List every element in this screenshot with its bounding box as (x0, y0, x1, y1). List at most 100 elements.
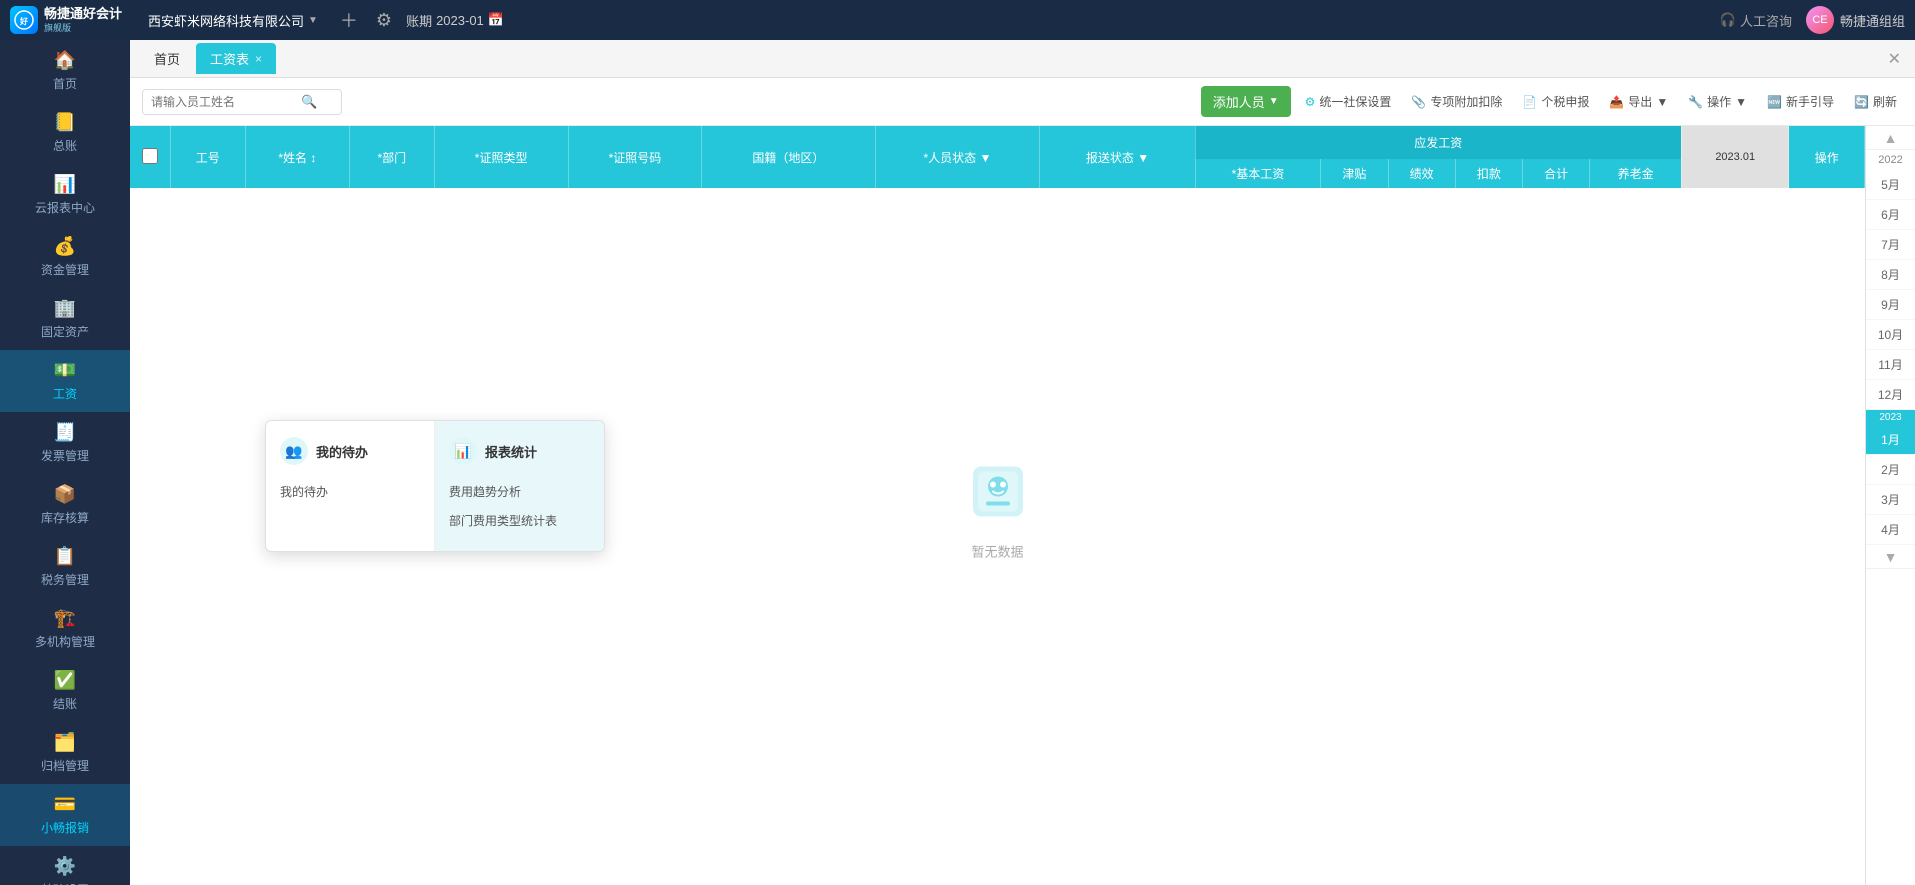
table-subheader-pension: 养老金 (1590, 159, 1682, 188)
sidebar-item-salary[interactable]: 💵 工资 (0, 350, 130, 412)
sidebar-label-fixed-assets: 固定资产 (41, 323, 89, 340)
tab-bar-right: ✕ (1884, 45, 1905, 73)
sidebar-label-archive: 归档管理 (41, 757, 89, 774)
accounting-period: 账期 2023-01 📅 (406, 11, 504, 30)
sidebar-label-fund: 资金管理 (41, 261, 89, 278)
sidebar-item-basic-settings[interactable]: ⚙️ 基础设置 (0, 846, 130, 885)
report-col-title: 报表统计 (485, 442, 537, 461)
guide-action-icon: 🆕 (1767, 95, 1782, 109)
table-header-report-status: 报送状态 ▼ (1040, 126, 1195, 188)
month-item-dec[interactable]: 12月 (1866, 380, 1915, 410)
month-item-aug[interactable]: 8月 (1866, 260, 1915, 290)
company-selector[interactable]: 西安虾米网络科技有限公司 ▼ (140, 11, 326, 30)
settings-button[interactable]: ⚙ (372, 8, 396, 33)
special-deduction-action[interactable]: 📎 专项附加扣除 (1405, 89, 1508, 114)
tax-report-label: 个税申报 (1541, 93, 1589, 110)
chart-icon: 📊 (454, 443, 471, 460)
sidebar-item-fund[interactable]: 💰 资金管理 (0, 226, 130, 288)
tab-home[interactable]: 首页 (140, 43, 194, 74)
sidebar-label-basic-settings: 基础设置 (41, 881, 89, 885)
empty-text: 暂无数据 (971, 541, 1023, 560)
month-item-mar[interactable]: 3月 (1866, 485, 1915, 515)
month-nav-down[interactable]: ▼ (1866, 545, 1915, 569)
year-2023-badge: 2023 (1866, 410, 1915, 425)
table-header-status: *人员状态 ▼ (875, 126, 1040, 188)
month-item-sep[interactable]: 9月 (1866, 290, 1915, 320)
support-button[interactable]: 🎧 人工咨询 (1720, 11, 1792, 30)
search-icon[interactable]: 🔍 (301, 94, 317, 110)
add-company-button[interactable]: ＋ (336, 5, 362, 35)
tab-bar-close-button[interactable]: ✕ (1884, 45, 1905, 73)
report-col-icon: 📊 (449, 437, 477, 465)
top-right: 🎧 人工咨询 CE 畅捷通组组 (1720, 6, 1905, 34)
sidebar-item-invoice[interactable]: 🧾 发票管理 (0, 412, 130, 474)
month-item-jul[interactable]: 7月 (1866, 230, 1915, 260)
table-header-nationality: 国籍（地区） (702, 126, 875, 188)
add-person-label: 添加人员 (1213, 92, 1265, 111)
sidebar-label-multi-org: 多机构管理 (35, 633, 95, 650)
month-item-apr[interactable]: 4月 (1866, 515, 1915, 545)
sidebar-item-close-period[interactable]: ✅ 结账 (0, 660, 130, 722)
tax-report-action[interactable]: 📄 个税申报 (1516, 89, 1595, 114)
popup-col-todo-header: 👥 我的待办 (280, 437, 420, 465)
month-item-oct[interactable]: 10月 (1866, 320, 1915, 350)
archive-icon: 🗂️ (54, 732, 76, 753)
empty-state: 暂无数据 (958, 451, 1038, 560)
tab-salary-close-icon[interactable]: × (255, 52, 262, 66)
salary-icon: 💵 (54, 360, 76, 381)
export-action[interactable]: 📤 导出 ▼ (1603, 89, 1674, 114)
sidebar-item-cloud-report[interactable]: 📊 云报表中心 (0, 164, 130, 226)
main-layout: 🏠 首页 📒 总账 📊 云报表中心 💰 资金管理 🏢 固定资产 💵 工资 🧾 发… (0, 40, 1915, 885)
close-period-icon: ✅ (54, 670, 76, 691)
popup-item-dept-expense[interactable]: 部门费用类型统计表 (449, 506, 590, 535)
year-2022-label: 2022 (1866, 150, 1915, 170)
invoice-icon: 🧾 (54, 422, 76, 443)
ledger-icon: 📒 (54, 112, 76, 133)
todo-col-icon: 👥 (280, 437, 308, 465)
popup-item-my-todo[interactable]: 我的待办 (280, 477, 420, 506)
sidebar-item-expense[interactable]: 💳 小畅报销 (0, 784, 130, 846)
guide-action[interactable]: 🆕 新手引导 (1761, 89, 1840, 114)
user-area[interactable]: CE 畅捷通组组 (1806, 6, 1905, 34)
export-label: 导出 (1628, 93, 1652, 110)
month-nav-up[interactable]: ▲ (1866, 126, 1915, 150)
table-header-year-col: 2023.01 (1681, 126, 1789, 188)
refresh-action[interactable]: 🔄 刷新 (1848, 89, 1903, 114)
month-item-jan-active[interactable]: 1月 (1866, 425, 1915, 455)
sidebar-item-tax[interactable]: 📋 税务管理 (0, 536, 130, 598)
header-actions: ＋ ⚙ 账期 2023-01 📅 (336, 5, 504, 35)
top-header: 好 畅捷通好会计 旗舰版 西安虾米网络科技有限公司 ▼ ＋ ⚙ 账期 2023-… (0, 0, 1915, 40)
popup-col-report: 📊 报表统计 费用趋势分析 部门费用类型统计表 (435, 421, 604, 551)
search-input[interactable] (151, 95, 301, 109)
month-item-may[interactable]: 5月 (1866, 170, 1915, 200)
sidebar-label-salary: 工资 (53, 385, 77, 402)
toolbar: 🔍 添加人员 ▼ ⚙ 统一社保设置 📎 专项附加扣除 📄 个税申报 (130, 78, 1915, 126)
month-item-jun[interactable]: 6月 (1866, 200, 1915, 230)
month-item-nov[interactable]: 11月 (1866, 350, 1915, 380)
sidebar-item-multi-org[interactable]: 🏗️ 多机构管理 (0, 598, 130, 660)
table-header-dept: *部门 (349, 126, 434, 188)
popup-grid: 👥 我的待办 我的待办 📊 报表统计 费用趋势分析 部门费用类型统计表 (266, 421, 604, 551)
select-all-checkbox[interactable] (142, 148, 158, 164)
refresh-icon: 🔄 (1854, 95, 1869, 109)
export-chevron-icon: ▼ (1656, 95, 1668, 109)
sidebar-item-ledger[interactable]: 📒 总账 (0, 102, 130, 164)
fixed-assets-icon: 🏢 (54, 298, 76, 319)
operation-action[interactable]: 🔧 操作 ▼ (1682, 89, 1753, 114)
sidebar-item-archive[interactable]: 🗂️ 归档管理 (0, 722, 130, 784)
table-header-salary-due: 应发工资 (1195, 126, 1681, 159)
sidebar-item-inventory[interactable]: 📦 库存核算 (0, 474, 130, 536)
sidebar-item-home[interactable]: 🏠 首页 (0, 40, 130, 102)
social-security-action[interactable]: ⚙ 统一社保设置 (1299, 89, 1398, 114)
todo-col-title: 我的待办 (316, 442, 368, 461)
table-checkbox-header[interactable] (130, 126, 170, 188)
tab-salary-sheet[interactable]: 工资表 × (196, 43, 276, 74)
add-person-button[interactable]: 添加人员 ▼ (1201, 86, 1291, 117)
sidebar-item-fixed-assets[interactable]: 🏢 固定资产 (0, 288, 130, 350)
month-item-feb[interactable]: 2月 (1866, 455, 1915, 485)
popup-item-expense-trend[interactable]: 费用趋势分析 (449, 477, 590, 506)
tab-salary-label: 工资表 (210, 49, 249, 68)
calendar-icon[interactable]: 📅 (488, 12, 504, 28)
empty-state-icon (958, 451, 1038, 531)
sidebar-label-expense: 小畅报销 (41, 819, 89, 836)
